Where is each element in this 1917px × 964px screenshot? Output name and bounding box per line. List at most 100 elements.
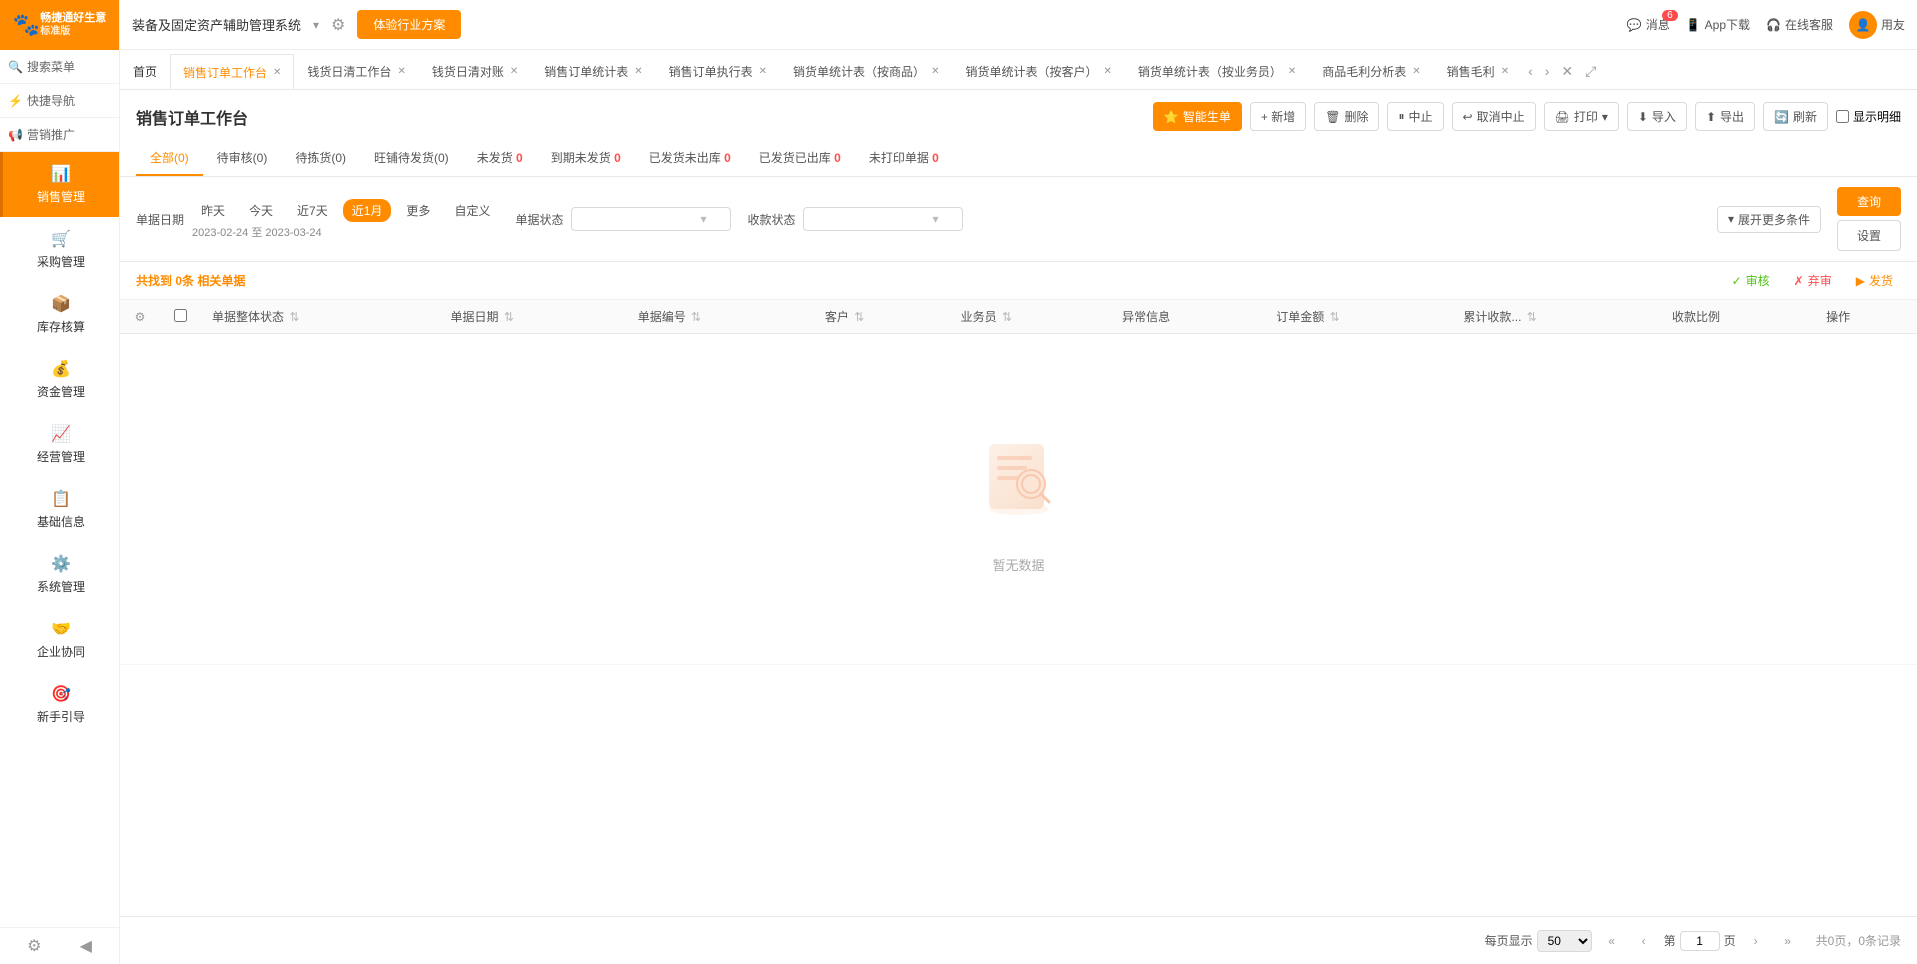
sidebar-item-sales[interactable]: 📊 销售管理 (0, 152, 119, 217)
export-label: 导出 (1720, 108, 1744, 125)
prev-page-button[interactable]: ‹ (1632, 929, 1656, 953)
sub-tab-all[interactable]: 全部(0) (136, 141, 203, 176)
tab-sales-exec-close[interactable]: ✕ (759, 66, 767, 77)
sub-tab-shipped-not-out[interactable]: 已发货未出库 0 (635, 141, 745, 176)
message-item[interactable]: 💬 消息 6 (1627, 16, 1670, 33)
ship-action-button[interactable]: ▶ 发货 (1848, 270, 1901, 291)
select-all-checkbox[interactable] (174, 309, 187, 322)
tab-cash-reconcile[interactable]: 钱货日清对账 ✕ (419, 53, 531, 89)
sub-tab-pending-review[interactable]: 待审核(0) (203, 141, 282, 176)
tab-home[interactable]: 首页 (120, 53, 170, 89)
topbar-dropdown-icon[interactable]: ▾ (313, 18, 319, 32)
sidebar-item-finance[interactable]: 💰 资金管理 (0, 347, 119, 412)
tab-gross-profit[interactable]: 商品毛利分析表 ✕ (1309, 53, 1433, 89)
user-item[interactable]: 👤 用友 (1849, 11, 1905, 39)
date-btn-custom[interactable]: 自定义 (445, 199, 499, 222)
tab-gross-profit-close[interactable]: ✕ (1412, 66, 1420, 77)
tab-sales-summary-product[interactable]: 销货单统计表（按商品） ✕ (780, 53, 952, 89)
tab-sales-summary-staff[interactable]: 销货单统计表（按业务员） ✕ (1125, 53, 1309, 89)
refresh-button[interactable]: 🔄 刷新 (1763, 102, 1828, 131)
first-page-button[interactable]: « (1600, 929, 1624, 953)
sub-tab-overdue-label: 到期未发货 (551, 151, 611, 165)
col-date[interactable]: 单据日期 ⇅ (439, 300, 626, 334)
settings-icon[interactable]: ⚙ (27, 936, 41, 956)
sidebar-item-business[interactable]: 📈 经营管理 (0, 412, 119, 477)
suspend-button[interactable]: ⏸ 中止 (1387, 102, 1443, 131)
col-status[interactable]: 单据整体状态 ⇅ (200, 300, 439, 334)
page-size-select[interactable]: 10 20 50 100 (1537, 930, 1592, 952)
col-checkbox[interactable] (160, 300, 200, 334)
print-button[interactable]: 🖨 打印 ▾ (1544, 102, 1619, 131)
expand-conditions-button[interactable]: ▾ 展开更多条件 (1717, 206, 1821, 233)
tab-sales-summary-product-close[interactable]: ✕ (931, 66, 939, 77)
tab-sales-stat[interactable]: 销售订单统计表 ✕ (531, 53, 655, 89)
sub-tab-wangpu[interactable]: 旺铺待发货(0) (360, 141, 463, 176)
tab-cash-daily[interactable]: 钱货日清工作台 ✕ (294, 53, 418, 89)
tab-sales-summary-customer[interactable]: 销货单统计表（按客户） ✕ (952, 53, 1124, 89)
tab-sales-workbench-close[interactable]: ✕ (273, 67, 281, 78)
sub-tab-overdue[interactable]: 到期未发货 0 (537, 141, 635, 176)
last-page-button[interactable]: » (1776, 929, 1800, 953)
tab-sales-exec[interactable]: 销售订单执行表 ✕ (656, 53, 780, 89)
sidebar-item-inventory[interactable]: 📦 库存核算 (0, 282, 119, 347)
receipt-select[interactable]: ▾ (803, 207, 963, 231)
sidebar-item-system[interactable]: ⚙️ 系统管理 (0, 542, 119, 607)
add-button[interactable]: + 新增 (1250, 102, 1306, 131)
sidebar-item-promo[interactable]: 📢 营销推广 (0, 118, 119, 152)
sidebar-item-enterprise[interactable]: 🤝 企业协同 (0, 607, 119, 672)
sidebar-item-guide[interactable]: 🎯 新手引导 (0, 672, 119, 737)
tab-sales-more[interactable]: 销售毛利 ✕ (1434, 53, 1522, 89)
export-button[interactable]: ⬆ 导出 (1695, 102, 1755, 131)
tab-sales-summary-staff-close[interactable]: ✕ (1288, 66, 1296, 77)
smart-create-button[interactable]: ⭐ 智能生单 (1153, 102, 1242, 131)
solution-button[interactable]: 体验行业方案 (357, 10, 461, 39)
tab-nav-prev[interactable]: ‹ (1522, 53, 1539, 89)
col-amount[interactable]: 订单金额 ⇅ (1264, 300, 1451, 334)
sidebar-item-purchase[interactable]: 🛒 采购管理 (0, 217, 119, 282)
sub-tab-not-shipped[interactable]: 未发货 0 (463, 141, 537, 176)
tab-cash-reconcile-close[interactable]: ✕ (510, 66, 518, 77)
online-service-item[interactable]: 🎧 在线客服 (1766, 16, 1833, 33)
sub-tab-shipped-out[interactable]: 已发货已出库 0 (745, 141, 855, 176)
col-salesperson[interactable]: 业务员 ⇅ (949, 300, 1110, 334)
cancel-suspend-button[interactable]: ↩ 取消中止 (1452, 102, 1536, 131)
sidebar-item-search[interactable]: 🔍 搜索菜单 (0, 50, 119, 84)
show-detail-label[interactable]: 显示明细 (1836, 108, 1901, 125)
tab-fullscreen[interactable]: ⤢ (1579, 53, 1602, 89)
date-btn-more[interactable]: 更多 (397, 199, 439, 222)
status-select[interactable]: ▾ (571, 207, 731, 231)
tab-sales-more-close[interactable]: ✕ (1501, 66, 1509, 77)
delete-button[interactable]: 🗑 删除 (1314, 102, 1379, 131)
cancel-review-action-button[interactable]: ✗ 弃审 (1786, 270, 1840, 291)
col-number[interactable]: 单据编号 ⇅ (626, 300, 813, 334)
sidebar-item-quick[interactable]: ⚡ 快捷导航 (0, 84, 119, 118)
tab-close-all[interactable]: ✕ (1555, 53, 1579, 89)
tab-sales-summary-customer-close[interactable]: ✕ (1103, 66, 1111, 77)
sidebar-item-basic[interactable]: 📋 基础信息 (0, 477, 119, 542)
tab-sales-workbench[interactable]: 销售订单工作台 ✕ (170, 54, 294, 90)
page-number-input[interactable] (1680, 931, 1720, 951)
col-collected[interactable]: 累计收款... ⇅ (1451, 300, 1660, 334)
sub-tab-pending-pickup[interactable]: 待拣货(0) (281, 141, 360, 176)
date-btn-1month[interactable]: 近1月 (343, 199, 392, 222)
tab-nav-next[interactable]: › (1539, 53, 1556, 89)
tab-gross-profit-label: 商品毛利分析表 (1322, 63, 1406, 80)
next-page-button[interactable]: › (1744, 929, 1768, 953)
topbar-settings-icon[interactable]: ⚙ (331, 15, 345, 35)
review-action-button[interactable]: ✓ 审核 (1724, 270, 1778, 291)
sub-tab-not-printed[interactable]: 未打印单据 0 (855, 141, 953, 176)
tab-cash-daily-close[interactable]: ✕ (397, 66, 405, 77)
show-detail-checkbox[interactable] (1836, 110, 1849, 123)
date-btn-today[interactable]: 今天 (240, 199, 282, 222)
col-settings[interactable]: ⚙ (120, 300, 160, 334)
date-btn-7days[interactable]: 近7天 (288, 199, 337, 222)
query-button[interactable]: 查询 (1837, 187, 1901, 216)
set-button[interactable]: 设置 (1837, 220, 1901, 251)
app-download-item[interactable]: 📱 App下载 (1686, 16, 1750, 33)
tab-sales-stat-close[interactable]: ✕ (634, 66, 642, 77)
collapse-icon[interactable]: ◀ (80, 936, 92, 956)
ship-label: 发货 (1869, 272, 1893, 289)
col-customer[interactable]: 客户 ⇅ (813, 300, 949, 334)
import-button[interactable]: ⬇ 导入 (1627, 102, 1687, 131)
date-btn-yesterday[interactable]: 昨天 (192, 199, 234, 222)
